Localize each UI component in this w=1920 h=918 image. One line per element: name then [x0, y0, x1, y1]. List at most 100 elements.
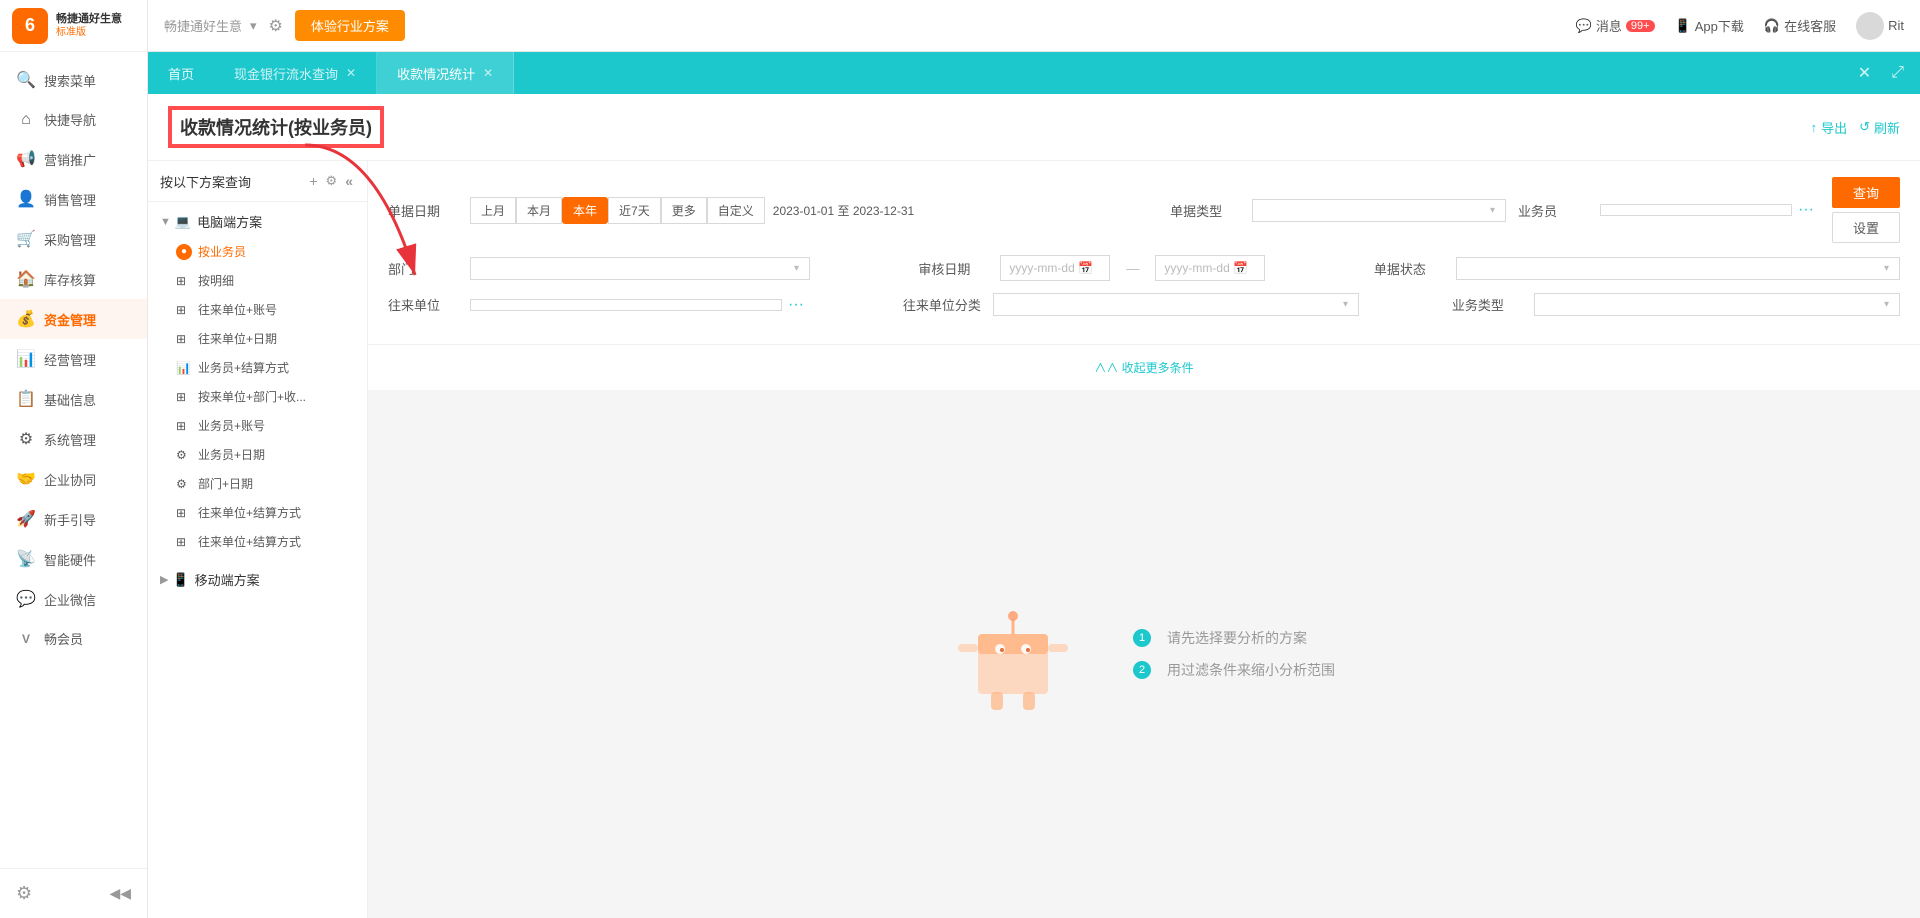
top-header: 畅捷通好生意 ▾ ⚙ 体验行业方案 💬 消息 99+ 📱 App下载 🎧 — [148, 0, 1920, 52]
sidebar-item-member[interactable]: V 畅会员 — [0, 619, 147, 658]
sidebar-item-operations[interactable]: 📊 经营管理 — [0, 339, 147, 379]
sidebar-collapse-icon[interactable]: ◀◀ — [109, 885, 131, 902]
sidebar-item-newguide[interactable]: 🚀 新手引导 — [0, 499, 147, 539]
salesperson-more-btn[interactable]: ··· — [1792, 201, 1820, 219]
sidebar-item-quicknav[interactable]: ⌂ 快捷导航 — [0, 100, 147, 139]
calendar-start-icon[interactable]: 📅 — [1078, 261, 1093, 275]
calendar-end-icon[interactable]: 📅 — [1233, 261, 1248, 275]
tab-close-bank-flow[interactable]: ✕ — [346, 66, 356, 80]
scheme-panel-title: 按以下方案查询 — [160, 172, 251, 191]
scheme-item-salesperson-account[interactable]: ⊞ 业务员+账号 — [148, 411, 367, 440]
scheme-item-by-detail[interactable]: ⊞ 按明细 — [148, 266, 367, 295]
date-btn-this-month[interactable]: 本月 — [516, 197, 562, 224]
date-btn-7days[interactable]: 近7天 — [608, 197, 661, 224]
message-action[interactable]: 💬 消息 99+ — [1576, 16, 1655, 35]
biz-type-select[interactable]: ▾ — [1534, 293, 1900, 316]
corpcollab-icon: 🤝 — [16, 469, 36, 489]
sidebar-item-marketing[interactable]: 📢 营销推广 — [0, 139, 147, 179]
corpwechat-icon: 💬 — [16, 589, 36, 609]
date-btn-last-month[interactable]: 上月 — [470, 197, 516, 224]
counterparty-more-btn[interactable]: ··· — [782, 296, 810, 314]
query-button[interactable]: 查询 — [1832, 177, 1900, 208]
sidebar: 6 畅捷通好生意 标准版 🔍 搜索菜单 ⌂ 快捷导航 📢 营销推广 👤 — [0, 0, 148, 918]
date-btn-this-year[interactable]: 本年 — [562, 197, 608, 224]
header-settings-icon[interactable]: ⚙ — [269, 16, 283, 36]
review-date-end[interactable]: yyyy-mm-dd 📅 — [1155, 255, 1265, 281]
sidebar-settings-icon[interactable]: ⚙ — [16, 883, 32, 904]
settings-button[interactable]: 设置 — [1832, 212, 1900, 243]
online-service-action[interactable]: 🎧 在线客服 — [1764, 16, 1836, 35]
scheme-group-desktop-header[interactable]: ▼ 💻 电脑端方案 — [148, 206, 367, 237]
refresh-button[interactable]: ↺ 刷新 — [1859, 118, 1900, 137]
empty-state-container: 1 请先选择要分析的方案 2 用过滤条件来缩小分析范围 — [368, 390, 1920, 918]
scheme-item-counterparty-dept[interactable]: ⊞ 按来单位+部门+收... — [148, 382, 367, 411]
service-icon: 🎧 — [1764, 18, 1780, 34]
sidebar-item-corpwechat[interactable]: 💬 企业微信 — [0, 579, 147, 619]
counterparty-category-select[interactable]: ▾ — [993, 293, 1359, 316]
cps1-icon: ⊞ — [176, 506, 192, 520]
date-btn-more[interactable]: 更多 — [661, 197, 707, 224]
right-content: 单据日期 上月 本月 本年 近7天 更多 自定义 2023-01-01 至 20… — [368, 161, 1920, 918]
download-icon: 📱 — [1675, 18, 1691, 34]
breadcrumb-dropdown-icon[interactable]: ▾ — [250, 18, 257, 34]
scheme-item-counterparty-date[interactable]: ⊞ 往来单位+日期 — [148, 324, 367, 353]
tab-receipt-stat[interactable]: 收款情况统计 ✕ — [377, 52, 514, 94]
doc-type-select[interactable]: ▾ — [1252, 199, 1506, 222]
tab-expand-btn[interactable]: ⤢ — [1883, 60, 1912, 86]
biz-type-label: 业务类型 — [1452, 295, 1522, 314]
breadcrumb: 畅捷通好生意 ▾ — [164, 16, 257, 35]
sidebar-item-basicinfo[interactable]: 📋 基础信息 — [0, 379, 147, 419]
export-button[interactable]: ↑ 导出 — [1811, 118, 1848, 137]
salesperson-input[interactable] — [1600, 204, 1792, 216]
date-selector: 上月 本月 本年 近7天 更多 自定义 2023-01-01 至 2023-12… — [470, 197, 914, 224]
purchase-icon: 🛒 — [16, 229, 36, 249]
scheme-item-salesperson-date[interactable]: ⚙ 业务员+日期 — [148, 440, 367, 469]
doc-type-dropdown-arrow: ▾ — [1490, 205, 1495, 216]
empty-state: 1 请先选择要分析的方案 2 用过滤条件来缩小分析范围 — [953, 594, 1335, 714]
sidebar-item-system[interactable]: ⚙ 系统管理 — [0, 419, 147, 459]
review-date-start[interactable]: yyyy-mm-dd 📅 — [1000, 255, 1110, 281]
sidebar-item-search[interactable]: 🔍 搜索菜单 — [0, 60, 147, 100]
sidebar-item-corpcollab[interactable]: 🤝 企业协同 — [0, 459, 147, 499]
trial-button[interactable]: 体验行业方案 — [295, 10, 405, 41]
scheme-settings-btn[interactable]: ⚙ — [324, 171, 340, 191]
date-label: 单据日期 — [388, 201, 458, 220]
scheme-add-btn[interactable]: + — [307, 171, 319, 191]
counterparty-category-arrow: ▾ — [1343, 299, 1348, 310]
cps2-icon: ⊞ — [176, 535, 192, 549]
scheme-item-counterparty-account[interactable]: ⊞ 往来单位+账号 — [148, 295, 367, 324]
header-left: 畅捷通好生意 ▾ ⚙ 体验行业方案 — [164, 10, 405, 41]
tab-close-receipt-stat[interactable]: ✕ — [483, 66, 493, 80]
scheme-item-counterparty-settlement2[interactable]: ⊞ 往来单位+结算方式 — [148, 527, 367, 556]
tab-home[interactable]: 首页 — [148, 52, 214, 94]
user-name: Rit — [1888, 18, 1904, 33]
date-btn-custom[interactable]: 自定义 — [707, 197, 765, 224]
scheme-item-by-salesperson[interactable]: ● 按业务员 — [148, 237, 367, 266]
scheme-item-counterparty-settlement1[interactable]: ⊞ 往来单位+结算方式 — [148, 498, 367, 527]
sidebar-item-finance[interactable]: 💰 资金管理 — [0, 299, 147, 339]
tab-bank-flow[interactable]: 现金银行流水查询 ✕ — [214, 52, 377, 94]
counterparty-input[interactable] — [470, 299, 782, 311]
tip-1: 1 请先选择要分析的方案 — [1133, 628, 1335, 648]
page-header-actions: ↑ 导出 ↺ 刷新 — [1811, 118, 1900, 137]
app-download-action[interactable]: 📱 App下载 — [1675, 16, 1744, 35]
tab-bar: 首页 现金银行流水查询 ✕ 收款情况统计 ✕ ✕ ⤢ — [148, 52, 1920, 94]
scheme-group-mobile-header[interactable]: ▶ 📱 移动端方案 — [148, 564, 367, 595]
sidebar-item-sales[interactable]: 👤 销售管理 — [0, 179, 147, 219]
date-range-text: 2023-01-01 至 2023-12-31 — [773, 202, 914, 219]
tab-close-btn[interactable]: ✕ — [1850, 59, 1879, 87]
dept-select[interactable]: ▾ — [470, 257, 810, 280]
scheme-item-salesperson-settlement[interactable]: 📊 业务员+结算方式 — [148, 353, 367, 382]
message-icon: 💬 — [1576, 18, 1592, 34]
sidebar-item-inventory[interactable]: 🏠 库存核算 — [0, 259, 147, 299]
breadcrumb-text: 畅捷通好生意 — [164, 16, 242, 35]
doc-status-select[interactable]: ▾ — [1456, 257, 1900, 280]
scheme-collapse-btn[interactable]: « — [343, 171, 355, 191]
sidebar-footer: ⚙ ◀◀ — [0, 868, 147, 918]
scheme-item-dept-date[interactable]: ⚙ 部门+日期 — [148, 469, 367, 498]
collapse-btn[interactable]: ∧∧ 收起更多条件 — [368, 351, 1920, 384]
sidebar-item-smarthw[interactable]: 📡 智能硬件 — [0, 539, 147, 579]
user-profile[interactable]: Rit — [1856, 12, 1904, 40]
sidebar-item-purchase[interactable]: 🛒 采购管理 — [0, 219, 147, 259]
home-icon: ⌂ — [16, 111, 36, 129]
